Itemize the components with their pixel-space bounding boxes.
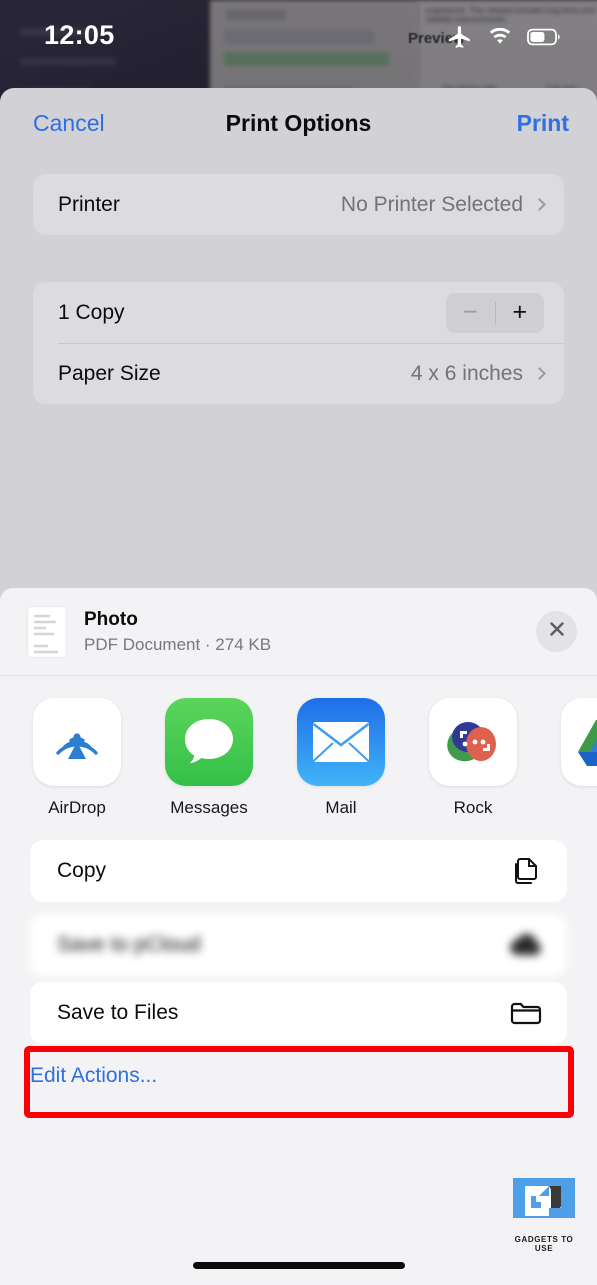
share-target-rock[interactable]: Rock: [426, 698, 520, 818]
paper-size-row-value: 4 x 6 inches: [410, 361, 523, 385]
shared-document-header: Photo PDF Document · 274 KB: [0, 588, 597, 676]
share-target-mail[interactable]: Mail: [294, 698, 388, 818]
edit-actions-button[interactable]: Edit Actions...: [30, 1064, 157, 1088]
copies-paper-card: 1 Copy − + Paper Size 4 x 6 inches: [33, 282, 564, 404]
copy-documents-icon: [509, 854, 543, 888]
airplane-mode-icon: [447, 24, 473, 55]
google-drive-icon: [561, 698, 597, 786]
status-bar: 12:05 Preview: [0, 0, 597, 78]
share-target-messages[interactable]: Messages: [162, 698, 256, 818]
printer-row-label: Printer: [58, 192, 120, 216]
status-bar-clock: 12:05: [44, 20, 115, 50]
share-target-drive[interactable]: D: [558, 698, 597, 818]
rock-app-icon: [429, 698, 517, 786]
copies-row: 1 Copy − +: [33, 282, 564, 343]
airdrop-icon: [33, 698, 121, 786]
status-bar-icons: [447, 24, 561, 55]
close-icon: [547, 619, 567, 644]
printer-row-value: No Printer Selected: [340, 192, 523, 216]
iphone-screen: experience. This release includes bug fi…: [0, 0, 597, 1285]
page-title: Print Options: [225, 110, 372, 136]
mail-icon: [297, 698, 385, 786]
print-options-sheet: Cancel Print Options Print Printer No Pr…: [0, 88, 597, 608]
chevron-right-icon: [533, 198, 546, 211]
share-target-label: AirDrop: [48, 798, 106, 817]
cloud-icon: [509, 932, 543, 958]
decrement-copies-button[interactable]: −: [446, 293, 495, 333]
share-app-row[interactable]: AirDrop Messages Mail Rock: [0, 676, 597, 834]
action-label: Copy: [57, 859, 107, 882]
printer-row[interactable]: Printer No Printer Selected: [33, 174, 564, 235]
share-target-label: Mail: [325, 798, 357, 817]
action-card-copy: Copy: [30, 840, 567, 902]
paper-size-row-label: Paper Size: [58, 361, 161, 385]
share-target-label: Rock: [453, 798, 493, 817]
action-label: Save to Files: [57, 1001, 179, 1024]
copies-row-label: 1 Copy: [58, 300, 125, 324]
print-button[interactable]: Print: [517, 110, 569, 137]
action-row-save-to-files[interactable]: Save to Files: [30, 982, 567, 1044]
battery-icon: [527, 28, 561, 51]
close-button[interactable]: [536, 611, 577, 652]
watermark: GADGETS TO USE: [505, 1176, 583, 1253]
watermark-text: GADGETS TO USE: [514, 1235, 574, 1253]
wifi-icon: [487, 27, 513, 52]
paper-size-row[interactable]: Paper Size 4 x 6 inches: [33, 343, 564, 404]
gadgets-to-use-logo-icon: [513, 1178, 575, 1218]
messages-icon: [165, 698, 253, 786]
action-row-save-to-pcloud[interactable]: Save to pCloud: [30, 914, 567, 976]
printer-card: Printer No Printer Selected: [33, 174, 564, 235]
action-card-save-to-files: Save to Files: [30, 982, 567, 1044]
chevron-right-icon: [533, 367, 546, 380]
increment-copies-button[interactable]: +: [496, 293, 545, 333]
action-row-copy[interactable]: Copy: [30, 840, 567, 902]
home-indicator: [192, 1262, 405, 1269]
share-target-label: Messages: [170, 798, 248, 817]
copies-stepper[interactable]: − +: [446, 292, 545, 333]
folder-icon: [509, 999, 543, 1027]
print-options-header: Cancel Print Options Print: [0, 88, 597, 150]
action-card-pcloud: Save to pCloud: [30, 914, 567, 976]
action-label: Save to pCloud: [57, 933, 201, 956]
document-thumbnail: [27, 605, 67, 658]
document-subtitle: PDF Document · 274 KB: [84, 634, 272, 654]
share-target-airdrop[interactable]: AirDrop: [30, 698, 124, 818]
document-title: Photo: [84, 608, 138, 630]
